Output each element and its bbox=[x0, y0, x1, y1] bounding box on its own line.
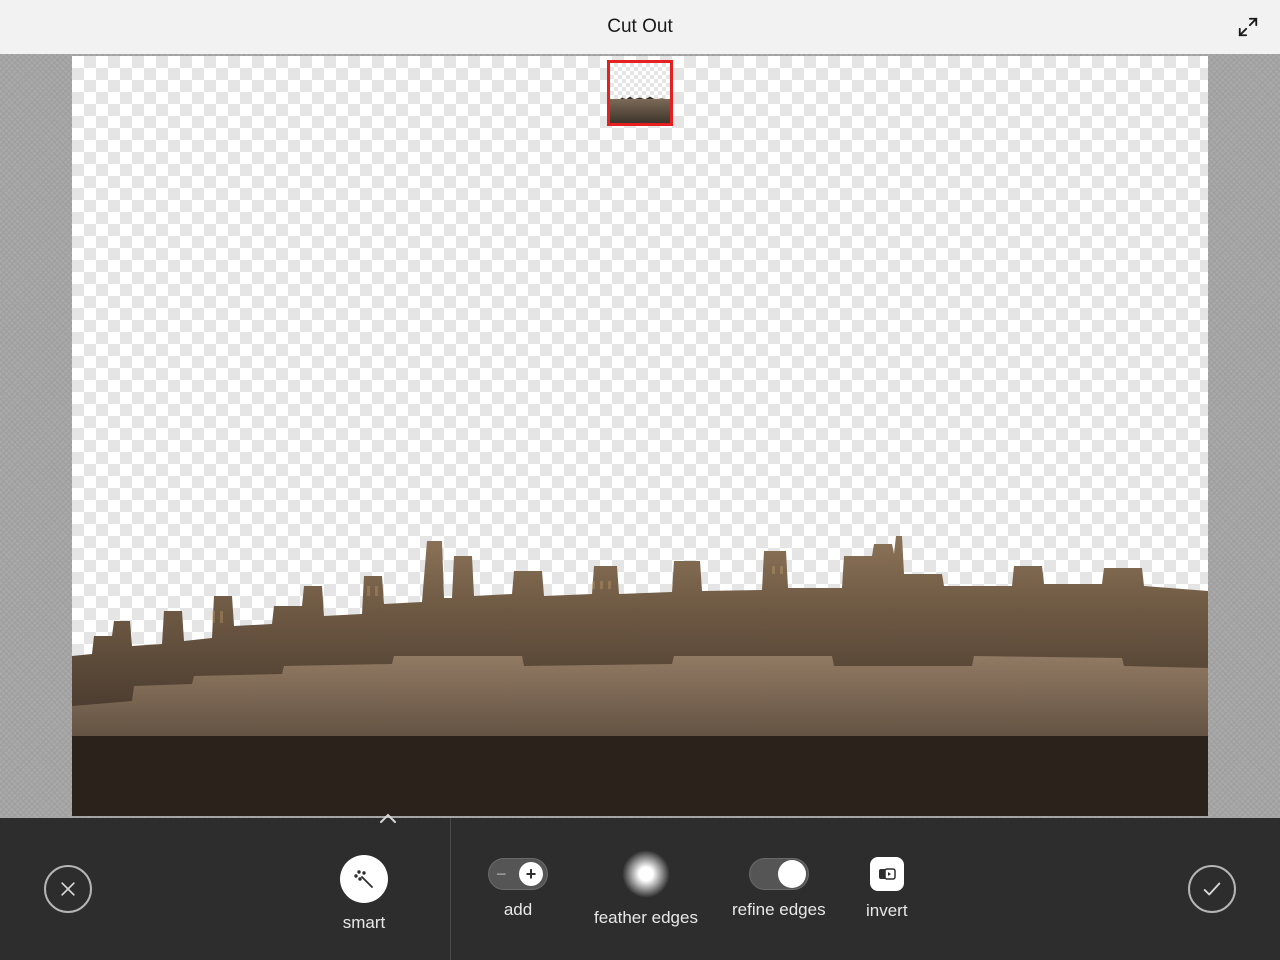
canvas-area[interactable] bbox=[0, 54, 1280, 818]
magic-wand-icon bbox=[351, 866, 377, 892]
add-tool[interactable]: − + add bbox=[488, 858, 548, 920]
foreground-image bbox=[72, 526, 1208, 816]
check-icon bbox=[1201, 878, 1223, 900]
invert-tool[interactable]: invert bbox=[866, 857, 908, 921]
invert-tool-label: invert bbox=[866, 901, 908, 921]
toolbar-divider bbox=[450, 818, 451, 960]
feather-edges-tool[interactable]: feather edges bbox=[594, 850, 698, 928]
close-icon bbox=[58, 879, 78, 899]
refine-toggle[interactable] bbox=[749, 858, 809, 890]
minus-icon: − bbox=[493, 865, 507, 883]
expand-button[interactable] bbox=[1234, 13, 1262, 41]
navigator-thumbnail[interactable] bbox=[607, 60, 673, 126]
header-bar: Cut Out bbox=[0, 0, 1280, 54]
page-title: Cut Out bbox=[607, 16, 672, 38]
refine-tool-label: refine edges bbox=[732, 900, 826, 920]
plus-icon: + bbox=[519, 862, 543, 886]
navigator-skyline bbox=[610, 91, 670, 99]
smart-tool[interactable]: smart bbox=[340, 845, 388, 933]
confirm-button[interactable] bbox=[1188, 865, 1236, 913]
navigator-photo bbox=[610, 99, 670, 123]
refine-edges-tool[interactable]: refine edges bbox=[732, 858, 826, 920]
refine-toggle-knob bbox=[778, 860, 806, 888]
image-canvas[interactable] bbox=[72, 56, 1208, 816]
invert-icon-bg bbox=[870, 857, 904, 891]
invert-icon bbox=[877, 864, 897, 884]
feather-tool-label: feather edges bbox=[594, 908, 698, 928]
add-toggle[interactable]: − + bbox=[488, 858, 548, 890]
smart-tool-label: smart bbox=[343, 913, 386, 933]
smart-tool-icon-bg bbox=[340, 855, 388, 903]
feather-icon bbox=[622, 850, 670, 898]
cancel-button[interactable] bbox=[44, 865, 92, 913]
bottom-toolbar: smart − + add feather edges refine edges… bbox=[0, 818, 1280, 960]
add-tool-label: add bbox=[504, 900, 532, 920]
expand-icon bbox=[1237, 16, 1259, 38]
